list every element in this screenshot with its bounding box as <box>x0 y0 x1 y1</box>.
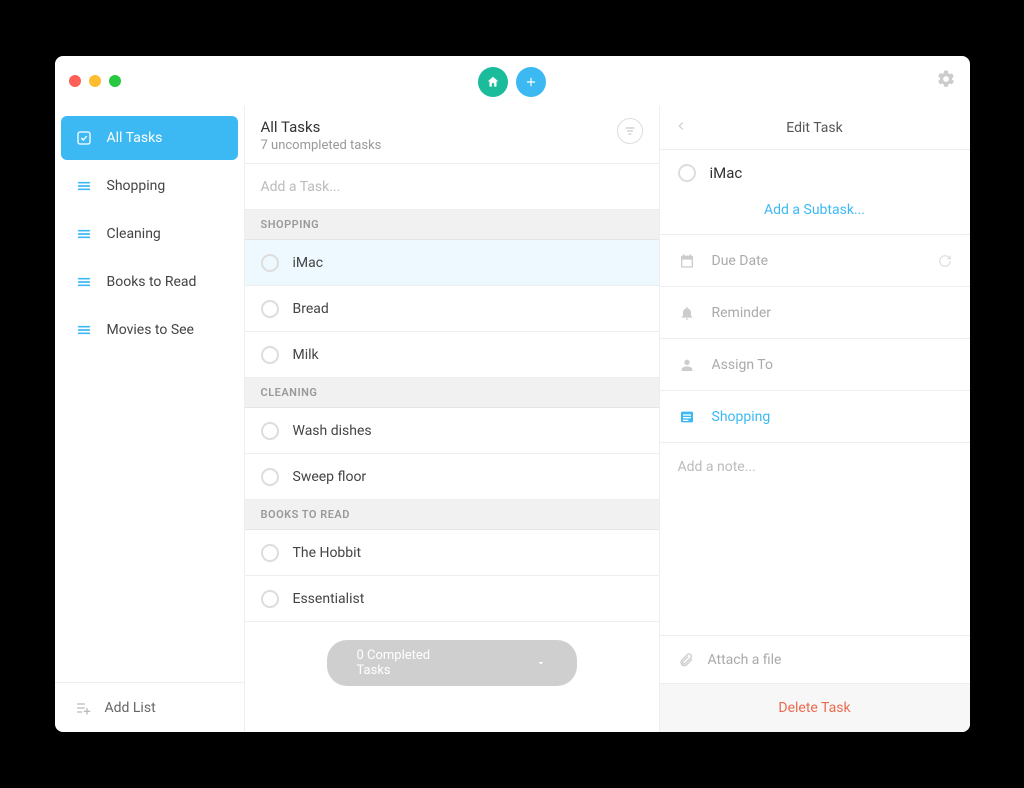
back-button[interactable] <box>674 119 688 137</box>
add-list-icon <box>75 700 91 716</box>
detail-task-row: iMac <box>660 150 970 196</box>
task-label: Sweep floor <box>293 469 367 485</box>
refresh-icon <box>938 254 952 268</box>
task-label: Milk <box>293 347 319 363</box>
list-header: All Tasks 7 uncompleted tasks <box>245 106 659 164</box>
sidebar-item-books[interactable]: Books to Read <box>61 260 238 304</box>
delete-label: Delete Task <box>778 700 850 716</box>
list-icon <box>75 273 93 291</box>
task-row[interactable]: Wash dishes <box>245 408 659 454</box>
add-button[interactable] <box>516 67 546 97</box>
home-icon <box>486 75 500 89</box>
app-body: All Tasks Shopping Cleaning Books to Rea… <box>55 106 970 732</box>
task-row[interactable]: iMac <box>245 240 659 286</box>
task-checkbox[interactable] <box>261 254 279 272</box>
add-task-placeholder: Add a Task... <box>261 179 341 195</box>
task-checkbox[interactable] <box>261 590 279 608</box>
traffic-lights <box>69 75 121 87</box>
detail-header: Edit Task <box>660 106 970 150</box>
sidebar-item-label: Books to Read <box>107 274 197 290</box>
close-window-button[interactable] <box>69 75 81 87</box>
task-row[interactable]: Bread <box>245 286 659 332</box>
task-list-panel: All Tasks 7 uncompleted tasks Add a Task… <box>245 106 660 732</box>
attach-label: Attach a file <box>708 652 782 668</box>
sidebar-item-label: Cleaning <box>107 226 161 242</box>
task-checkbox[interactable] <box>261 300 279 318</box>
task-label: The Hobbit <box>293 545 362 561</box>
paperclip-icon <box>678 652 694 668</box>
add-subtask-label: Add a Subtask... <box>764 202 865 218</box>
home-button[interactable] <box>478 67 508 97</box>
add-list-label: Add List <box>105 700 156 716</box>
toolbar-center <box>478 67 546 97</box>
app-window: All Tasks Shopping Cleaning Books to Rea… <box>55 56 970 732</box>
filter-button[interactable] <box>617 118 643 144</box>
chevron-left-icon <box>674 119 688 133</box>
list-title: All Tasks <box>261 118 382 136</box>
add-subtask-button[interactable]: Add a Subtask... <box>660 196 970 235</box>
task-checkbox[interactable] <box>678 164 696 182</box>
note-placeholder: Add a note... <box>678 459 756 475</box>
completed-tasks-toggle[interactable]: 0 Completed Tasks <box>327 640 577 686</box>
list-subtitle: 7 uncompleted tasks <box>261 138 382 153</box>
checkbox-icon <box>75 129 93 147</box>
list-label: Shopping <box>712 409 771 425</box>
task-checkbox[interactable] <box>261 422 279 440</box>
list-row[interactable]: Shopping <box>660 391 970 443</box>
fullscreen-window-button[interactable] <box>109 75 121 87</box>
bell-icon <box>678 305 696 321</box>
section-header: BOOKS TO READ <box>245 500 659 530</box>
due-date-row[interactable]: Due Date <box>660 235 970 287</box>
reminder-row[interactable]: Reminder <box>660 287 970 339</box>
section-header: SHOPPING <box>245 210 659 240</box>
sidebar-item-label: Shopping <box>107 178 166 194</box>
sidebar-item-label: All Tasks <box>107 130 163 146</box>
list-icon <box>75 225 93 243</box>
reminder-label: Reminder <box>712 305 772 321</box>
settings-button[interactable] <box>936 69 956 93</box>
person-icon <box>678 357 696 373</box>
task-row[interactable]: The Hobbit <box>245 530 659 576</box>
delete-task-button[interactable]: Delete Task <box>660 684 970 732</box>
detail-title: Edit Task <box>786 120 842 136</box>
sidebar-item-label: Movies to See <box>107 322 194 338</box>
task-row[interactable]: Sweep floor <box>245 454 659 500</box>
detail-task-name[interactable]: iMac <box>710 164 743 182</box>
chevron-down-icon <box>535 657 547 669</box>
task-label: Wash dishes <box>293 423 372 439</box>
attach-file-button[interactable]: Attach a file <box>660 636 970 684</box>
gear-icon <box>936 69 956 89</box>
task-checkbox[interactable] <box>261 468 279 486</box>
calendar-icon <box>678 253 696 269</box>
add-task-input[interactable]: Add a Task... <box>245 164 659 210</box>
sidebar-item-cleaning[interactable]: Cleaning <box>61 212 238 256</box>
sidebar-item-all-tasks[interactable]: All Tasks <box>61 116 238 160</box>
plus-icon <box>524 75 538 89</box>
due-date-label: Due Date <box>712 253 769 269</box>
sidebar-spacer <box>55 354 244 682</box>
list-icon <box>75 177 93 195</box>
completed-tasks-label: 0 Completed Tasks <box>357 648 465 678</box>
task-label: Essentialist <box>293 591 365 607</box>
add-list-button[interactable]: Add List <box>55 682 244 732</box>
task-row[interactable]: Milk <box>245 332 659 378</box>
task-checkbox[interactable] <box>261 346 279 364</box>
task-detail-panel: Edit Task iMac Add a Subtask... Due Date <box>660 106 970 732</box>
task-label: Bread <box>293 301 329 317</box>
assign-row[interactable]: Assign To <box>660 339 970 391</box>
task-row[interactable]: Essentialist <box>245 576 659 622</box>
assign-label: Assign To <box>712 357 773 373</box>
list-icon <box>75 321 93 339</box>
sidebar-item-shopping[interactable]: Shopping <box>61 164 238 208</box>
sidebar: All Tasks Shopping Cleaning Books to Rea… <box>55 106 245 732</box>
filter-icon <box>624 125 636 137</box>
section-header: CLEANING <box>245 378 659 408</box>
minimize-window-button[interactable] <box>89 75 101 87</box>
sidebar-item-movies[interactable]: Movies to See <box>61 308 238 352</box>
titlebar <box>55 56 970 106</box>
list-icon <box>678 409 696 425</box>
note-input[interactable]: Add a note... <box>660 443 970 636</box>
task-label: iMac <box>293 255 324 271</box>
task-checkbox[interactable] <box>261 544 279 562</box>
